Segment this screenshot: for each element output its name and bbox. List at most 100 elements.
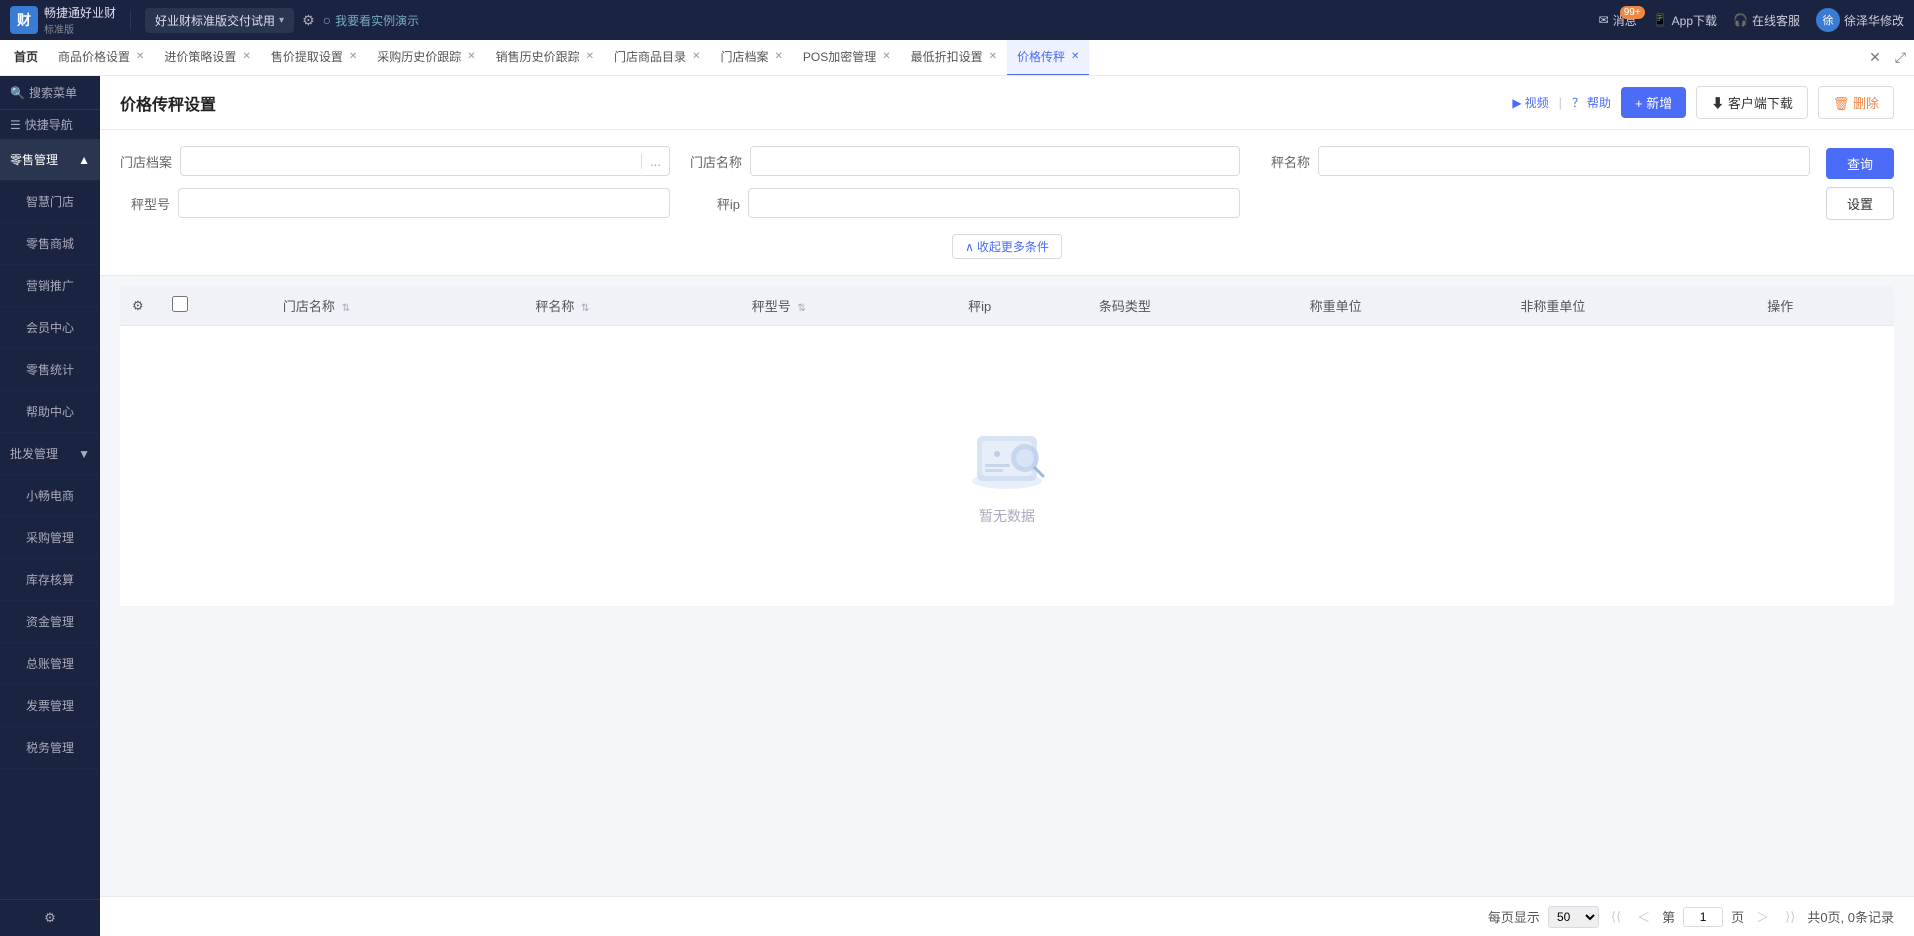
sidebar-quick-nav[interactable]: ☰ 快捷导航 [0,110,100,139]
sidebar-finance-label: 资金管理 [26,615,74,629]
tab-close-icon[interactable]: ✕ [1071,51,1079,62]
per-page-select[interactable]: 50 10 20 100 [1548,906,1599,928]
table-body: 暂无数据 [120,326,1894,607]
top-header: 财 畅捷通好业财 标准版 好业财标准版交付试用 ▾ ⚙ ○ 我要看实例演示 ✉ … [0,0,1914,40]
sidebar-item-purchase[interactable]: 采购管理 [0,517,100,559]
tab-close-icon[interactable]: ✕ [242,51,250,62]
message-btn[interactable]: ✉ 消息 99+ [1599,12,1637,29]
store-archive-dots-btn[interactable]: ... [641,154,669,169]
sidebar-item-retail-mall[interactable]: 零售商城 [0,223,100,265]
sort-icon[interactable]: ⇅ [581,303,589,314]
sort-icon[interactable]: ⇅ [797,303,805,314]
maximize-btn[interactable]: ⤢ [1891,49,1910,66]
store-name-input[interactable] [750,146,1240,176]
add-btn[interactable]: + 新增 [1621,87,1686,118]
sidebar-item-wholesale[interactable]: 批发管理 ▼ [0,433,100,475]
sidebar-item-retail-mgmt[interactable]: 零售管理 ▲ [0,139,100,181]
sidebar-item-finance[interactable]: 资金管理 [0,601,100,643]
sidebar-tax-label: 税务管理 [26,741,74,755]
top-settings-icon[interactable]: ⚙ [302,12,315,29]
tab-close-icon[interactable]: ✕ [692,51,700,62]
th-scale-model-label: 秤型号 [752,299,791,314]
sidebar-item-inventory[interactable]: 库存核算 [0,559,100,601]
help-link[interactable]: ？ 帮助 [1572,94,1611,111]
sidebar-item-smart-store[interactable]: 智慧门店 [0,181,100,223]
tab-close-icon[interactable]: ✕ [467,51,475,62]
tab-close-icon[interactable]: ✕ [136,51,144,62]
user-menu[interactable]: 徐 徐泽华修改 [1816,8,1904,32]
sidebar-item-invoice[interactable]: 发票管理 [0,685,100,727]
tab-close-icon[interactable]: ✕ [349,51,357,62]
tab-sale-history[interactable]: 销售历史价跟踪 ✕ [486,40,604,76]
search-icon: 🔍 [10,86,25,100]
tab-close-icon[interactable]: ✕ [586,51,594,62]
store-archive-input[interactable] [181,146,641,176]
collapse-btn[interactable]: ∧ 收起更多条件 [952,234,1062,259]
tab-bar: 首页 商品价格设置 ✕ 进价策略设置 ✕ 售价提取设置 ✕ 采购历史价跟踪 ✕ … [0,40,1914,76]
sidebar-item-ecommerce[interactable]: 小畅电商 [0,475,100,517]
online-service-label: 在线客服 [1752,12,1800,29]
download-btn[interactable]: ⬇ 客户端下载 [1696,86,1808,119]
next-page-btn[interactable]: ＞ [1752,905,1773,928]
tab-close-icon[interactable]: ✕ [882,51,890,62]
tab-purchase-history[interactable]: 采购历史价跟踪 ✕ [367,40,485,76]
empty-text: 暂无数据 [979,506,1035,526]
close-window-btn[interactable]: ✕ [1865,49,1885,66]
sidebar-item-help[interactable]: 帮助中心 [0,391,100,433]
sidebar-search[interactable]: 🔍 搜索菜单 [0,76,100,110]
set-btn[interactable]: 设置 [1826,187,1894,220]
empty-state: 暂无数据 [120,326,1894,606]
sidebar-item-tax[interactable]: 税务管理 [0,727,100,769]
play-icon: ▶ [1512,96,1521,110]
tab-sale-price[interactable]: 售价提取设置 ✕ [261,40,367,76]
tab-price-setting[interactable]: 商品价格设置 ✕ [48,40,154,76]
settings-icon[interactable]: ⚙ [132,298,144,313]
arrow-down-icon: ▼ [78,447,90,461]
demo-link[interactable]: ○ 我要看实例演示 [323,12,419,29]
scale-model-input[interactable] [178,188,670,218]
app-logo: 财 畅捷通好业财 标准版 [10,4,116,36]
scale-name-input[interactable] [1318,146,1810,176]
sidebar-item-ledger[interactable]: 总账管理 [0,643,100,685]
tab-close-icon[interactable]: ✕ [989,51,997,62]
scale-ip-input[interactable] [748,188,1240,218]
content-header: 价格传秤设置 ▶ 视频 | ？ 帮助 + 新增 ⬇ 客户端下载 🗑 [100,76,1914,130]
sidebar-item-marketing[interactable]: 营销推广 [0,265,100,307]
th-barcode-type: 条码类型 [1087,286,1298,326]
header-right: ✉ 消息 99+ 📱 App下载 🎧 在线客服 徐 徐泽华修改 [1599,8,1904,32]
app-download-label: App下载 [1672,12,1717,29]
th-store-name: 门店名称 ⇅ [271,286,523,326]
delete-btn[interactable]: 🗑 删除 [1818,86,1894,119]
th-store-name-label: 门店名称 [283,299,335,314]
search-panel: 门店档案 ... 门店名称 秤名称 [100,130,1914,276]
add-btn-label: + 新增 [1635,93,1672,112]
tab-price-scale[interactable]: 价格传秤 ✕ [1007,40,1089,76]
sidebar-item-member[interactable]: 会员中心 [0,307,100,349]
tab-min-discount[interactable]: 最低折扣设置 ✕ [901,40,1007,76]
tab-sale-history-label: 销售历史价跟踪 [496,48,580,65]
tab-store-catalog[interactable]: 门店商品目录 ✕ [604,40,710,76]
video-link[interactable]: ▶ 视频 [1512,94,1548,111]
online-service-btn[interactable]: 🎧 在线客服 [1733,12,1800,29]
help-icon: ？ [1572,94,1584,111]
tab-strategy[interactable]: 进价策略设置 ✕ [154,40,260,76]
tab-close-icon[interactable]: ✕ [774,51,782,62]
prev-page-btn[interactable]: ＜ [1633,905,1654,928]
quick-nav-label: 快捷导航 [25,116,73,133]
app-download-btn[interactable]: 📱 App下载 [1653,12,1717,29]
video-link-text: 视频 [1525,94,1549,111]
sort-icon[interactable]: ⇅ [342,303,350,314]
sidebar-settings-btn[interactable]: ⚙ [0,899,100,936]
select-all-checkbox[interactable] [172,296,188,312]
last-page-btn[interactable]: ⟩⟩ [1781,907,1799,927]
tab-pos-mgmt[interactable]: POS加密管理 ✕ [793,40,901,76]
first-page-btn[interactable]: ⟨⟨ [1607,907,1625,927]
tab-home[interactable]: 首页 [4,40,48,76]
tab-store-archive[interactable]: 门店档案 ✕ [710,40,792,76]
version-selector[interactable]: 好业财标准版交付试用 ▾ [145,8,294,33]
query-btn[interactable]: 查询 [1826,148,1894,179]
scale-name-label: 秤名称 [1260,152,1310,171]
header-actions: ▶ 视频 | ？ 帮助 + 新增 ⬇ 客户端下载 🗑 删除 [1512,86,1894,119]
current-page-input[interactable] [1683,907,1723,927]
sidebar-item-retail-stats[interactable]: 零售统计 [0,349,100,391]
